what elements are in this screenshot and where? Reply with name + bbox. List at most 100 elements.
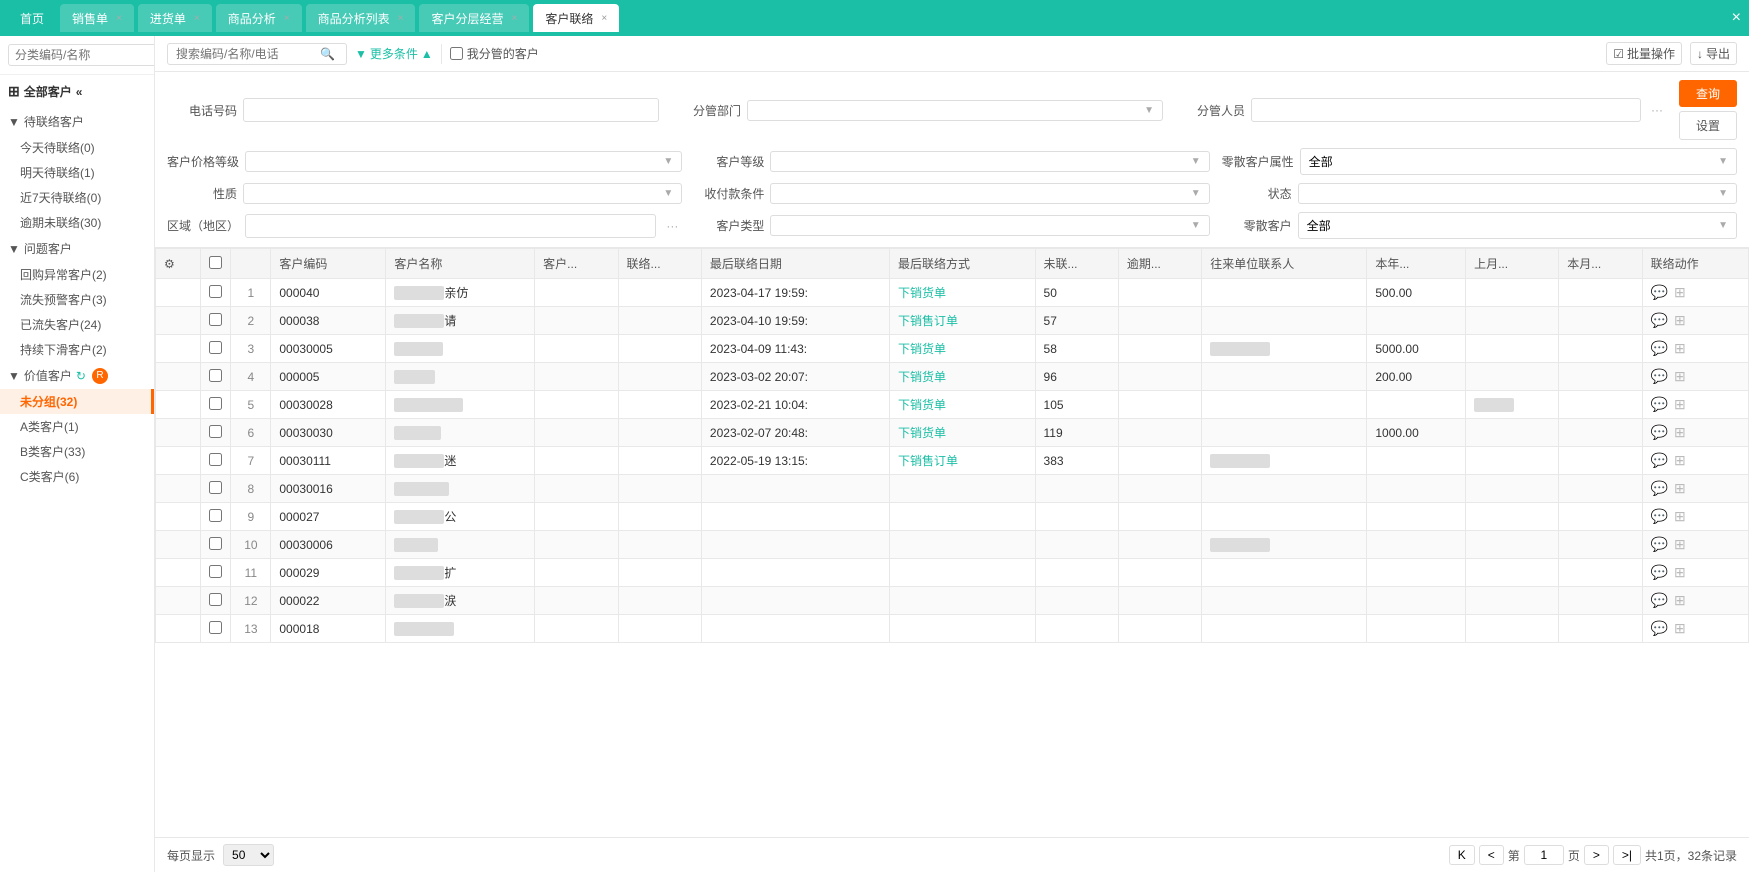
message-icon[interactable]: 💬 — [1651, 564, 1668, 581]
row-last-contact-method[interactable]: 下销货单 — [890, 279, 1035, 307]
page-number-input[interactable] — [1524, 845, 1564, 865]
status-select[interactable]: ▼ — [1298, 183, 1737, 204]
grid-action-icon[interactable]: ⊞ — [1674, 536, 1686, 553]
row-checkbox[interactable] — [209, 285, 222, 298]
dept-select[interactable]: ▼ — [747, 100, 1163, 121]
sidebar-item-declining[interactable]: 持续下滑客户(2) — [0, 337, 154, 362]
message-icon[interactable]: 💬 — [1651, 424, 1668, 441]
sales-close-icon[interactable]: × — [116, 13, 122, 24]
tab-customer-contact[interactable]: 客户联络 × — [533, 4, 619, 32]
grid-action-icon[interactable]: ⊞ — [1674, 340, 1686, 357]
message-icon[interactable]: 💬 — [1651, 396, 1668, 413]
row-checkbox[interactable] — [209, 593, 222, 606]
sidebar-item-tomorrow-pending[interactable]: 明天待联络(1) — [0, 160, 154, 185]
scatter-attr-select[interactable]: 全部 ▼ — [1300, 148, 1737, 175]
customer-level-select[interactable]: ▼ — [770, 151, 1209, 172]
sidebar-item-churn-warning[interactable]: 流失预警客户(3) — [0, 287, 154, 312]
row-last-contact-method[interactable] — [890, 587, 1035, 615]
sidebar-group-score[interactable]: ▼ 价值客户 ↻ R — [0, 362, 154, 389]
product-analysis-list-close-icon[interactable]: × — [398, 13, 404, 24]
grid-action-icon[interactable]: ⊞ — [1674, 312, 1686, 329]
sidebar-item-a-customer[interactable]: A类客户(1) — [0, 414, 154, 439]
message-icon[interactable]: 💬 — [1651, 312, 1668, 329]
sidebar-item-b-customer[interactable]: B类客户(33) — [0, 439, 154, 464]
row-checkbox[interactable] — [209, 397, 222, 410]
row-last-contact-method[interactable] — [890, 475, 1035, 503]
row-last-contact-method[interactable]: 下销货单 — [890, 363, 1035, 391]
message-icon[interactable]: 💬 — [1651, 592, 1668, 609]
grid-action-icon[interactable]: ⊞ — [1674, 480, 1686, 497]
sidebar-group-pending[interactable]: ▼ 待联络客户 — [0, 108, 154, 135]
row-last-contact-method[interactable] — [890, 559, 1035, 587]
tab-customer-segment[interactable]: 客户分层经营 × — [419, 4, 529, 32]
prev-page-btn[interactable]: < — [1479, 845, 1504, 865]
phone-input[interactable] — [243, 98, 659, 122]
region-dots-icon[interactable]: ··· — [662, 219, 682, 233]
th-checkbox[interactable] — [201, 249, 231, 279]
product-analysis-close-icon[interactable]: × — [284, 13, 290, 24]
row-last-contact-method[interactable] — [890, 503, 1035, 531]
message-icon[interactable]: 💬 — [1651, 368, 1668, 385]
row-checkbox[interactable] — [209, 565, 222, 578]
contact-method-link[interactable]: 下销货单 — [898, 342, 946, 356]
batch-op-btn[interactable]: ☑ 批量操作 — [1606, 42, 1682, 65]
score-refresh-icon[interactable]: ↻ — [76, 369, 86, 383]
tab-home[interactable]: 首页 — [8, 4, 56, 32]
customer-contact-close-icon[interactable]: × — [601, 13, 607, 24]
row-checkbox[interactable] — [209, 369, 222, 382]
contact-method-link[interactable]: 下销货单 — [898, 370, 946, 384]
row-last-contact-method[interactable] — [890, 615, 1035, 643]
th-settings[interactable]: ⚙ — [156, 249, 201, 279]
row-checkbox[interactable] — [209, 537, 222, 550]
contact-method-link[interactable]: 下销货单 — [898, 286, 946, 300]
sidebar-collapse-icon[interactable]: « — [76, 85, 83, 99]
contact-method-link[interactable]: 下销货单 — [898, 398, 946, 412]
row-last-contact-method[interactable]: 下销售订单 — [890, 447, 1035, 475]
grid-action-icon[interactable]: ⊞ — [1674, 368, 1686, 385]
message-icon[interactable]: 💬 — [1651, 536, 1668, 553]
row-checkbox[interactable] — [209, 453, 222, 466]
row-checkbox[interactable] — [209, 481, 222, 494]
message-icon[interactable]: 💬 — [1651, 340, 1668, 357]
sidebar-item-churned[interactable]: 已流失客户(24) — [0, 312, 154, 337]
more-conditions-btn[interactable]: ▼ 更多条件 ▲ — [355, 45, 433, 62]
filter-search-input[interactable] — [176, 47, 316, 61]
tab-product-analysis[interactable]: 商品分析 × — [216, 4, 302, 32]
message-icon[interactable]: 💬 — [1651, 508, 1668, 525]
sidebar-item-abnormal[interactable]: 回购异常客户(2) — [0, 262, 154, 287]
filter-search-icon[interactable]: 🔍 — [320, 47, 335, 61]
row-last-contact-method[interactable]: 下销货单 — [890, 335, 1035, 363]
query-button[interactable]: 查询 — [1679, 80, 1737, 107]
grid-action-icon[interactable]: ⊞ — [1674, 452, 1686, 469]
settings-gear-icon[interactable]: ⚙ — [164, 257, 175, 271]
row-checkbox[interactable] — [209, 425, 222, 438]
sidebar-item-overdue-pending[interactable]: 逾期未联络(30) — [0, 210, 154, 235]
row-last-contact-method[interactable]: 下销售订单 — [890, 307, 1035, 335]
page-size-select[interactable]: 50 10 20 100 — [223, 844, 274, 866]
message-icon[interactable]: 💬 — [1651, 284, 1668, 301]
contact-method-link[interactable]: 下销售订单 — [898, 454, 958, 468]
region-input[interactable] — [245, 214, 656, 238]
sidebar-item-7day-pending[interactable]: 近7天待联络(0) — [0, 185, 154, 210]
grid-action-icon[interactable]: ⊞ — [1674, 284, 1686, 301]
sidebar-item-ungroup[interactable]: 未分组(32) — [0, 389, 154, 414]
sidebar-all-customers[interactable]: ⊞ 全部客户 « — [0, 75, 154, 108]
tab-product-analysis-list[interactable]: 商品分析列表 × — [306, 4, 416, 32]
window-close-icon[interactable]: × — [1732, 9, 1741, 27]
sidebar-group-problem[interactable]: ▼ 问题客户 — [0, 235, 154, 262]
my-customers-checkbox-area[interactable]: 我分管的客户 — [450, 45, 539, 62]
row-checkbox[interactable] — [209, 341, 222, 354]
scatter-customer-select[interactable]: 全部 ▼ — [1298, 212, 1737, 239]
grid-action-icon[interactable]: ⊞ — [1674, 564, 1686, 581]
nature-select[interactable]: ▼ — [243, 183, 682, 204]
message-icon[interactable]: 💬 — [1651, 480, 1668, 497]
sidebar-item-today-pending[interactable]: 今天待联络(0) — [0, 135, 154, 160]
payment-select[interactable]: ▼ — [770, 183, 1209, 204]
tab-sales[interactable]: 销售单 × — [60, 4, 134, 32]
select-all-checkbox[interactable] — [209, 256, 222, 269]
message-icon[interactable]: 💬 — [1651, 452, 1668, 469]
first-page-btn[interactable]: K — [1449, 845, 1475, 865]
contact-method-link[interactable]: 下销货单 — [898, 426, 946, 440]
purchase-close-icon[interactable]: × — [194, 13, 200, 24]
customer-type-select[interactable]: ▼ — [770, 215, 1209, 236]
